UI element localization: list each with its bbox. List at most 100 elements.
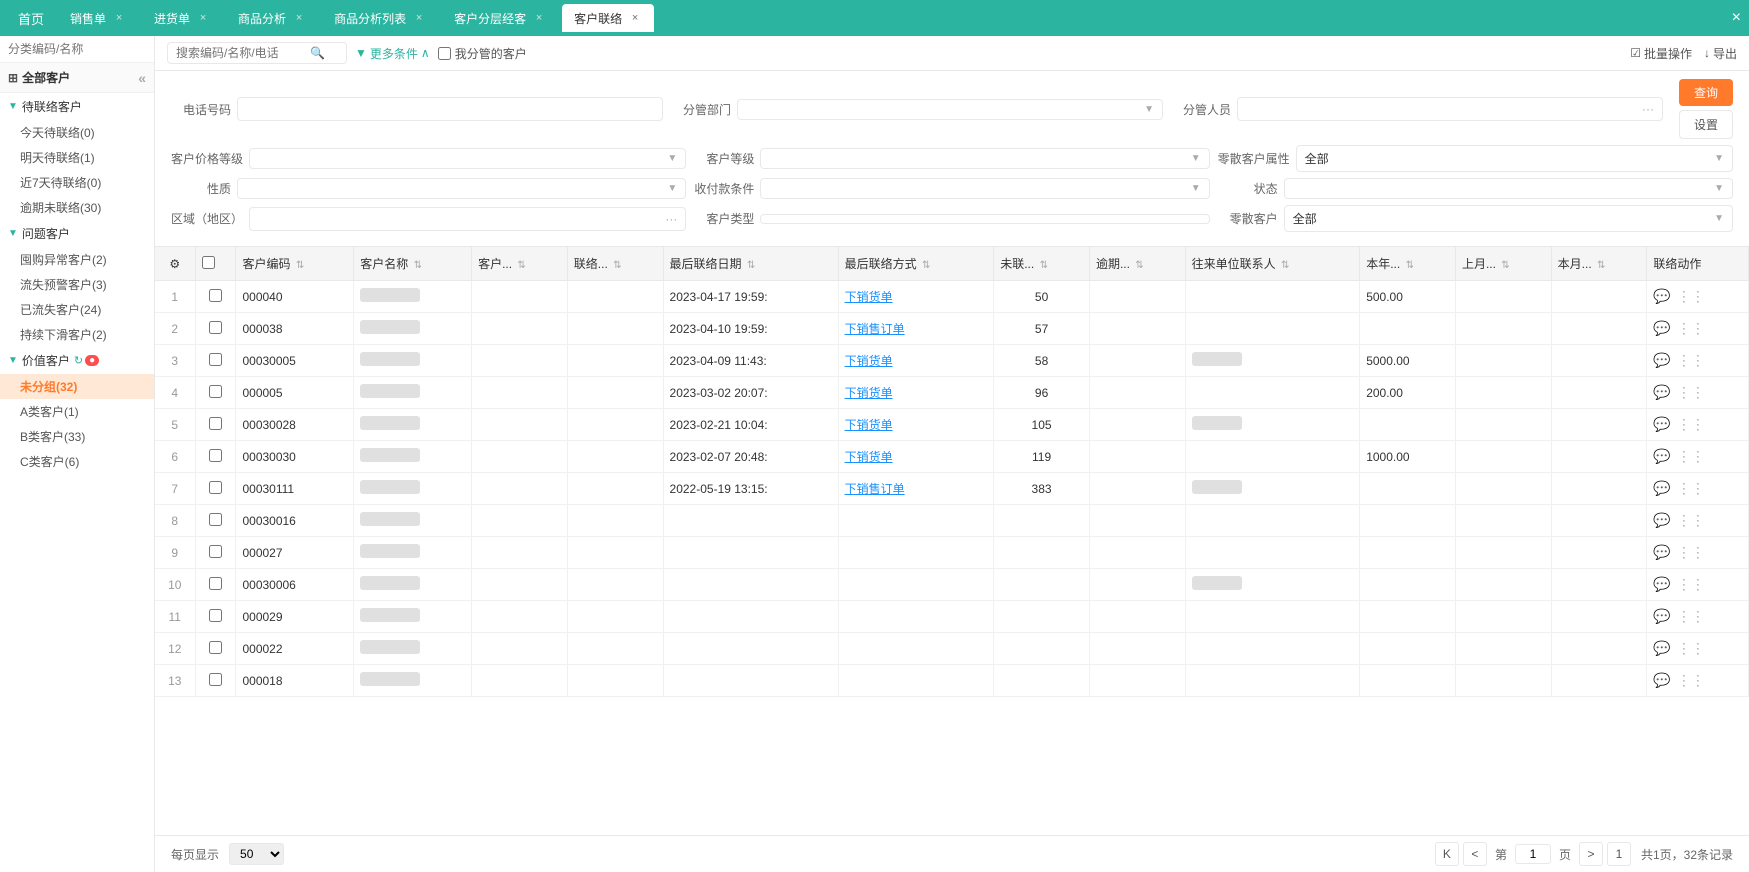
page-size-select[interactable]: 50 20 100 [229, 843, 284, 865]
dept-select[interactable]: ▼ [737, 99, 1163, 120]
row-last-method[interactable]: 下销货单 [838, 377, 994, 409]
nav-tab-purchase[interactable]: 进货单 × [142, 4, 222, 32]
nav-tab-product-analysis-close[interactable]: × [292, 11, 306, 25]
sidebar-item-abnormal[interactable]: 囤购异常客户(2) [0, 247, 154, 272]
sidebar-item-today-pending[interactable]: 今天待联络(0) [0, 120, 154, 145]
nature-select[interactable]: ▼ [237, 178, 686, 199]
settings-icon[interactable]: ⚙ [169, 257, 180, 271]
row-checkbox[interactable] [195, 313, 236, 345]
row-checkbox[interactable] [195, 537, 236, 569]
this-month-col-header[interactable]: 本月... ⇅ [1551, 247, 1647, 281]
row-checkbox[interactable] [195, 665, 236, 697]
retail-attr-select[interactable]: 全部 ▼ [1296, 145, 1733, 172]
sidebar-item-churned[interactable]: 已流失客户(24) [0, 297, 154, 322]
next-page-btn[interactable]: > [1579, 842, 1603, 866]
last-method-link[interactable]: 下销售订单 [845, 322, 905, 336]
more-action-icon[interactable]: ⋮⋮ [1677, 320, 1705, 337]
reset-btn[interactable]: 设置 [1679, 110, 1733, 139]
row-checkbox[interactable] [195, 441, 236, 473]
settings-col-header[interactable]: ⚙ [155, 247, 195, 281]
contact-action-icon[interactable]: 💬 [1653, 672, 1670, 689]
nav-tab-customer-contact[interactable]: 客户联络 × [562, 4, 654, 32]
sidebar-value-group[interactable]: ▼ 价值客户 ↻ ● [0, 347, 154, 374]
row-last-method[interactable] [838, 569, 994, 601]
more-action-icon[interactable]: ⋮⋮ [1677, 544, 1705, 561]
last-method-link[interactable]: 下销货单 [845, 386, 893, 400]
customer-level-select[interactable]: ▼ [760, 148, 1209, 169]
sidebar-item-class-a[interactable]: A类客户(1) [0, 399, 154, 424]
contact-person-col-header[interactable]: 往来单位联系人 ⇅ [1185, 247, 1360, 281]
no-contact-col-header[interactable]: 未联... ⇅ [994, 247, 1090, 281]
row-last-method[interactable] [838, 505, 994, 537]
last-method-link[interactable]: 下销货单 [845, 354, 893, 368]
contact-action-icon[interactable]: 💬 [1653, 544, 1670, 561]
search-input[interactable] [176, 46, 306, 60]
more-action-icon[interactable]: ⋮⋮ [1677, 416, 1705, 433]
row-last-method[interactable]: 下销货单 [838, 441, 994, 473]
contact-col-header[interactable]: 联络... ⇅ [567, 247, 663, 281]
row-last-method[interactable]: 下销货单 [838, 281, 994, 313]
more-conditions-btn[interactable]: ▼ 更多条件 ∧ [355, 45, 430, 62]
select-all-checkbox[interactable] [202, 256, 215, 269]
contact-action-icon[interactable]: 💬 [1653, 448, 1670, 465]
last-method-link[interactable]: 下销售订单 [845, 482, 905, 496]
row-checkbox[interactable] [195, 601, 236, 633]
sidebar-problem-group[interactable]: ▼ 问题客户 [0, 220, 154, 247]
sidebar-search-input[interactable] [8, 42, 155, 56]
row-checkbox[interactable] [195, 345, 236, 377]
window-close-btn[interactable]: × [1732, 9, 1741, 27]
more-action-icon[interactable]: ⋮⋮ [1677, 288, 1705, 305]
nav-tab-customer-contact-close[interactable]: × [628, 11, 642, 25]
last-date-col-header[interactable]: 最后联络日期 ⇅ [663, 247, 838, 281]
more-action-icon[interactable]: ⋮⋮ [1677, 448, 1705, 465]
overdue-col-header[interactable]: 逾期... ⇅ [1089, 247, 1185, 281]
row-checkbox[interactable] [195, 473, 236, 505]
row-checkbox[interactable] [195, 377, 236, 409]
status-select[interactable]: ▼ [1284, 178, 1733, 199]
row-last-method[interactable]: 下销货单 [838, 345, 994, 377]
contact-action-icon[interactable]: 💬 [1653, 416, 1670, 433]
sidebar-item-class-b[interactable]: B类客户(33) [0, 424, 154, 449]
nav-tab-product-list[interactable]: 商品分析列表 × [322, 4, 438, 32]
more-action-icon[interactable]: ⋮⋮ [1677, 480, 1705, 497]
contact-action-icon[interactable]: 💬 [1653, 480, 1670, 497]
nav-home[interactable]: 首页 [8, 9, 54, 28]
nav-tab-product-analysis[interactable]: 商品分析 × [226, 4, 318, 32]
retail-customer-select[interactable]: 全部 ▼ [1284, 205, 1733, 232]
export-btn[interactable]: ↓ 导出 [1704, 45, 1737, 62]
last-method-link[interactable]: 下销货单 [845, 290, 893, 304]
sidebar-item-declining[interactable]: 持续下滑客户(2) [0, 322, 154, 347]
contact-action-icon[interactable]: 💬 [1653, 512, 1670, 529]
sidebar-item-unassigned[interactable]: 未分组(32) [0, 374, 154, 399]
sidebar-search[interactable]: 🔍 [0, 36, 154, 63]
sidebar-item-class-c[interactable]: C类客户(6) [0, 449, 154, 474]
more-action-icon[interactable]: ⋮⋮ [1677, 576, 1705, 593]
nav-tab-sales[interactable]: 销售单 × [58, 4, 138, 32]
more-action-icon[interactable]: ⋮⋮ [1677, 608, 1705, 625]
page-input[interactable] [1515, 844, 1551, 864]
sidebar-pending-group[interactable]: ▼ 待联络客户 [0, 93, 154, 120]
row-last-method[interactable] [838, 537, 994, 569]
search-box[interactable]: 🔍 [167, 42, 347, 64]
row-last-method[interactable]: 下销售订单 [838, 473, 994, 505]
contact-action-icon[interactable]: 💬 [1653, 288, 1670, 305]
sidebar-item-7day-pending[interactable]: 近7天待联络(0) [0, 170, 154, 195]
prev-page-btn[interactable]: < [1463, 842, 1487, 866]
more-action-icon[interactable]: ⋮⋮ [1677, 672, 1705, 689]
name-col-header[interactable]: 客户名称 ⇅ [354, 247, 472, 281]
row-last-method[interactable]: 下销货单 [838, 409, 994, 441]
code-col-header[interactable]: 客户编码 ⇅ [236, 247, 354, 281]
payment-select[interactable]: ▼ [760, 178, 1209, 199]
row-last-method[interactable] [838, 633, 994, 665]
customer-type-select[interactable] [760, 214, 1209, 224]
region-select[interactable]: ··· [249, 207, 686, 231]
row-last-method[interactable] [838, 665, 994, 697]
more-action-icon[interactable]: ⋮⋮ [1677, 640, 1705, 657]
nav-tab-sales-close[interactable]: × [112, 11, 126, 25]
contact-action-icon[interactable]: 💬 [1653, 384, 1670, 401]
sidebar-all-customers-header[interactable]: ⊞ 全部客户 « [0, 63, 154, 93]
contact-action-icon[interactable]: 💬 [1653, 608, 1670, 625]
sidebar-item-overdue-pending[interactable]: 逾期未联络(30) [0, 195, 154, 220]
last-method-col-header[interactable]: 最后联络方式 ⇅ [838, 247, 994, 281]
last-page-btn[interactable]: 1 [1607, 842, 1631, 866]
